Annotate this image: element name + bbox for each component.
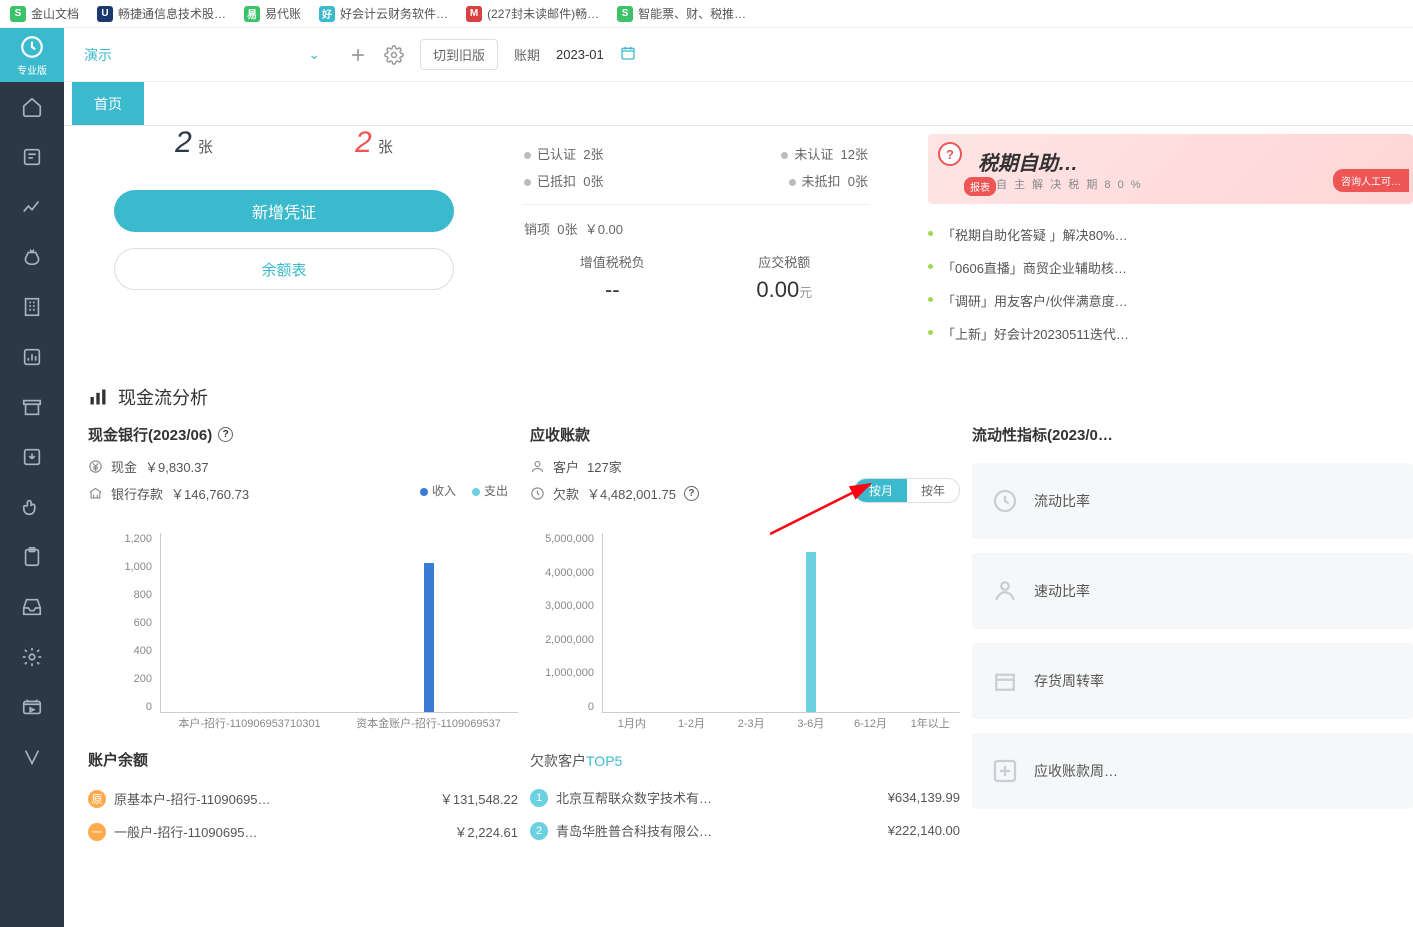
yen-icon — [88, 459, 103, 474]
top5-row[interactable]: 1北京互帮联众数字技术有…¥634,139.99 — [530, 781, 960, 814]
chart-icon[interactable] — [21, 196, 43, 218]
toggle-month[interactable]: 按月 — [855, 479, 907, 502]
calendar-icon[interactable] — [620, 45, 636, 64]
voucher-count-left: 2 — [175, 126, 192, 160]
liquidity-title: 流动性指标(2023/0… — [972, 424, 1113, 445]
account-row[interactable]: 一一般户-招行-11090695…￥2,224.61 — [88, 815, 518, 848]
cash-value: ￥9,830.37 — [145, 457, 209, 476]
period-toggle: 按月 按年 — [854, 478, 960, 503]
vat-burden-label: 增值税税负 — [580, 252, 645, 271]
voucher-count-right: 2 — [355, 126, 372, 160]
banner-consult-button[interactable]: 咨询人工可… — [1333, 169, 1409, 192]
voucher-card: 2张 2张 新增凭证 余额表 — [84, 126, 484, 358]
edition-label: 专业版 — [17, 62, 47, 77]
building-icon[interactable] — [21, 296, 43, 318]
liquidity-tile[interactable]: 流动比率 — [972, 463, 1413, 539]
liquidity-panel: 流动性指标(2023/0… 流动比率速动比率存货周转率应收账款周… — [972, 424, 1413, 848]
news-item[interactable]: 「上新」好会计20230511迭代… — [928, 317, 1413, 350]
news-item[interactable]: 「调研」用友客户/伙伴满意度… — [928, 284, 1413, 317]
liquidity-tile[interactable]: 应收账款周… — [972, 733, 1413, 809]
help-icon[interactable]: ? — [218, 427, 233, 442]
cashflow-title: 现金流分析 — [118, 384, 208, 410]
cash-bank-title: 现金银行(2023/06) — [88, 424, 212, 445]
top-bar: 演示 ⌄ 切到旧版 账期 2023-01 — [0, 28, 1413, 82]
cash-bank-panel: 现金银行(2023/06) ? 现金 ￥9,830.37 银行存款 ￥146,7… — [88, 424, 518, 848]
plus-icon[interactable] — [348, 45, 368, 65]
balance-sheet-button[interactable]: 余额表 — [114, 248, 454, 290]
period-value: 2023-01 — [556, 47, 604, 62]
report-icon[interactable] — [21, 346, 43, 368]
tab-home[interactable]: 首页 — [72, 82, 144, 125]
news-card: ? 税期自助… 可 自 主 解 决 税 期 8 0 % 报表 咨询人工可… 「税… — [908, 126, 1413, 358]
tax-row: 已抵扣 0张未抵扣 0张 — [524, 171, 868, 190]
money-bag-icon[interactable] — [21, 246, 43, 268]
video-icon[interactable] — [21, 696, 43, 718]
news-item[interactable]: 「税期自助化答疑 」解决80%… — [928, 218, 1413, 251]
tax-card: 已认证 2张未认证 12张已抵扣 0张未抵扣 0张 销项 0张 ￥0.00 增值… — [496, 126, 896, 358]
bookmark-item[interactable]: 好好会计云财务软件… — [319, 5, 448, 22]
news-list: 「税期自助化答疑 」解决80%…「0606直播」商贸企业辅助核…「调研」用友客户… — [928, 218, 1413, 350]
settings-icon[interactable] — [21, 646, 43, 668]
bank-value: ￥146,760.73 — [171, 484, 249, 503]
user-icon — [530, 459, 545, 474]
tab-bar: 首页 — [0, 82, 1413, 126]
old-version-button[interactable]: 切到旧版 — [420, 39, 498, 70]
customer-count: 127家 — [587, 457, 622, 476]
bookmark-item[interactable]: 易易代账 — [244, 5, 301, 22]
account-row[interactable]: 原原基本户-招行-11090695…￥131,548.22 — [88, 782, 518, 815]
receivables-panel: 应收账款 客户 127家 欠款 ￥4,482,001.75 ? 按月 按年 5,… — [530, 424, 960, 848]
banner-badge: 报表 — [964, 177, 996, 196]
chevron-down-icon: ⌄ — [308, 46, 320, 63]
liquidity-tile[interactable]: 速动比率 — [972, 553, 1413, 629]
gear-icon[interactable] — [384, 45, 404, 65]
hand-icon[interactable] — [21, 496, 43, 518]
bank-icon — [88, 486, 103, 501]
sidebar — [0, 82, 64, 927]
tax-row: 已认证 2张未认证 12张 — [524, 144, 868, 163]
news-item[interactable]: 「0606直播」商贸企业辅助核… — [928, 251, 1413, 284]
inbox-icon[interactable] — [21, 596, 43, 618]
bookmark-item[interactable]: S智能票、财、税推… — [617, 5, 746, 22]
toggle-year[interactable]: 按年 — [907, 479, 959, 502]
home-icon[interactable] — [21, 96, 43, 118]
receivables-title: 应收账款 — [530, 424, 590, 445]
clock-icon — [530, 486, 545, 501]
top5-row[interactable]: 2青岛华胜普合科技有限公…¥222,140.00 — [530, 814, 960, 847]
question-icon: ? — [938, 142, 962, 166]
chart-legend: 收入 支出 — [420, 482, 518, 499]
archive-icon[interactable] — [21, 396, 43, 418]
company-name: 演示 — [84, 45, 112, 65]
liquidity-tile[interactable]: 存货周转率 — [972, 643, 1413, 719]
bookmark-item[interactable]: M(227封未读邮件)畅… — [466, 5, 599, 22]
cash-chart: 1,2001,0008006004002000 本户-招行-1109069537… — [88, 533, 518, 733]
main-content: 2张 2张 新增凭证 余额表 已认证 2张未认证 12张已抵扣 0张未抵扣 0张… — [64, 126, 1413, 848]
bookmark-item[interactable]: S金山文档 — [10, 5, 79, 22]
voucher-icon[interactable] — [21, 146, 43, 168]
bookmark-item[interactable]: U畅捷通信息技术股… — [97, 5, 226, 22]
new-voucher-button[interactable]: 新增凭证 — [114, 190, 454, 232]
company-selector[interactable]: 演示 ⌄ — [72, 38, 332, 72]
v-icon[interactable] — [21, 746, 43, 768]
vat-burden-value: -- — [580, 277, 645, 303]
accounts-title: 账户余额 — [88, 749, 148, 770]
period-label: 账期 — [514, 45, 540, 64]
tax-payable-value: 0.00 — [756, 277, 799, 302]
download-icon[interactable] — [21, 446, 43, 468]
bookmarks-bar: S金山文档 U畅捷通信息技术股… 易易代账 好好会计云财务软件… M(227封未读邮件)… — [0, 0, 1413, 28]
tax-payable-label: 应交税额 — [756, 252, 812, 271]
clipboard-icon[interactable] — [21, 546, 43, 568]
cashflow-section-header: 现金流分析 — [64, 358, 1413, 424]
app-logo[interactable]: 专业版 — [0, 28, 64, 82]
receivables-chart: 5,000,0004,000,0003,000,0002,000,0001,00… — [530, 533, 960, 733]
news-banner[interactable]: ? 税期自助… 可 自 主 解 决 税 期 8 0 % 报表 咨询人工可… — [928, 134, 1413, 204]
help-icon[interactable]: ? — [684, 486, 699, 501]
debt-value: ￥4,482,001.75 — [587, 484, 676, 503]
